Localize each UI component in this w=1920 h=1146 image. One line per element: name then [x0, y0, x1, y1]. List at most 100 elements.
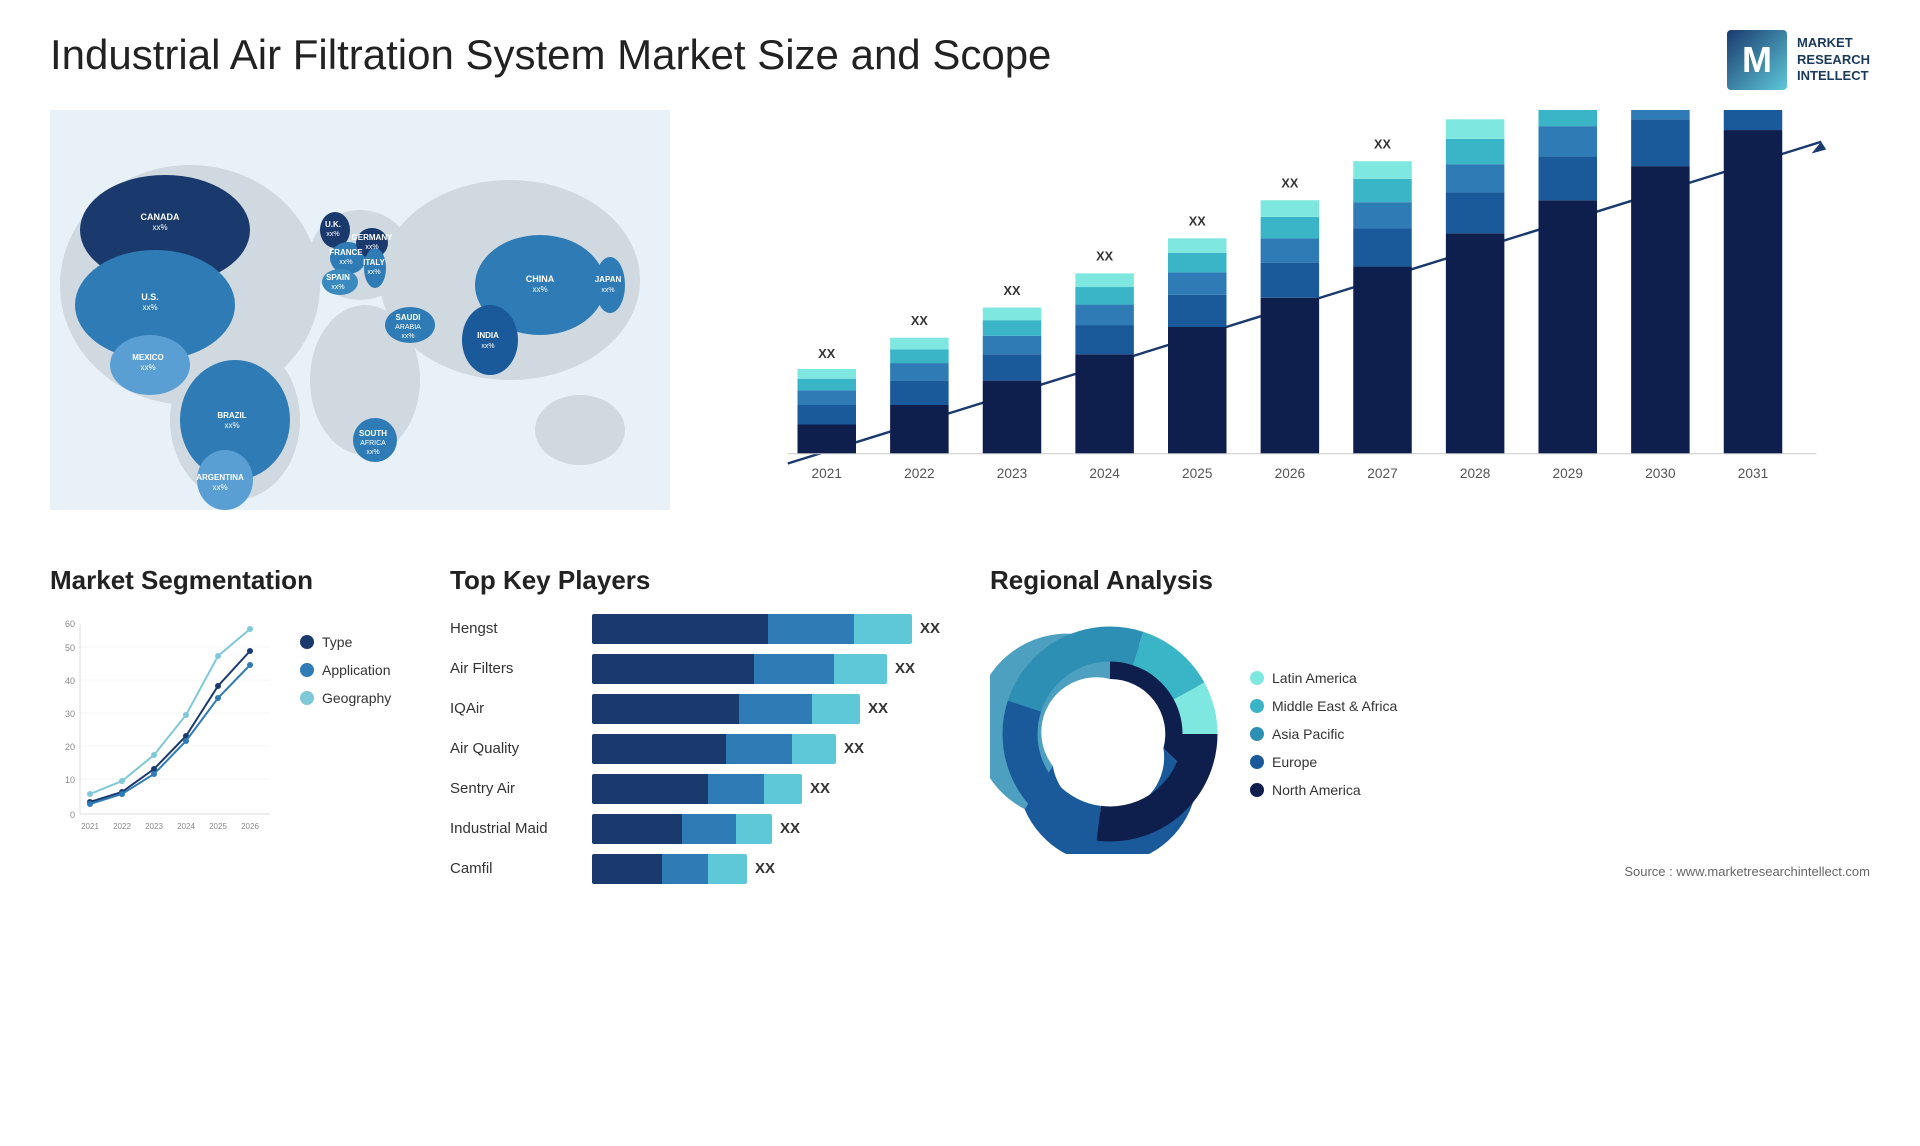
- player-bar-1: XX: [592, 654, 970, 684]
- svg-text:M: M: [1742, 39, 1772, 80]
- segmentation-chart: 0 10 20 30 40 50 60 2021 2022 2023 2024 …: [50, 614, 280, 854]
- svg-text:xx%: xx%: [367, 269, 380, 276]
- source-text: Source : www.marketresearchintellect.com: [990, 864, 1870, 879]
- player-name-6: Camfil: [450, 860, 580, 877]
- svg-text:10: 10: [65, 775, 75, 785]
- mea-dot: [1250, 699, 1264, 713]
- svg-text:30: 30: [65, 709, 75, 719]
- svg-text:GERMANY: GERMANY: [352, 233, 394, 242]
- svg-text:2026: 2026: [1275, 466, 1305, 481]
- svg-text:XX: XX: [1096, 250, 1113, 264]
- player-row: IQAir XX: [450, 694, 970, 724]
- svg-text:XX: XX: [1189, 215, 1206, 229]
- svg-text:xx%: xx%: [331, 284, 344, 291]
- svg-text:BRAZIL: BRAZIL: [217, 411, 246, 420]
- geography-dot: [300, 691, 314, 705]
- donut-chart: [990, 614, 1230, 854]
- page-title: Industrial Air Filtration System Market …: [50, 30, 1051, 80]
- player-name-1: Air Filters: [450, 660, 580, 677]
- svg-text:2030: 2030: [1645, 466, 1676, 481]
- bar-chart-section: XX XX XX: [700, 110, 1870, 525]
- application-dot: [300, 663, 314, 677]
- legend-latin-america: Latin America: [1250, 670, 1397, 686]
- svg-text:2029: 2029: [1553, 466, 1583, 481]
- svg-text:AFRICA: AFRICA: [360, 440, 386, 447]
- latin-america-dot: [1250, 671, 1264, 685]
- svg-text:xx%: xx%: [142, 303, 157, 312]
- svg-text:2026: 2026: [241, 822, 259, 831]
- svg-text:SAUDI: SAUDI: [396, 313, 421, 322]
- legend-application: Application: [300, 662, 391, 678]
- svg-text:xx%: xx%: [532, 285, 547, 294]
- svg-text:2031: 2031: [1738, 466, 1768, 481]
- legend-asia-pacific: Asia Pacific: [1250, 726, 1397, 742]
- svg-text:CHINA: CHINA: [526, 274, 555, 284]
- segmentation-section: Market Segmentation 0 10 20 30: [50, 565, 430, 854]
- svg-text:CANADA: CANADA: [141, 212, 180, 222]
- world-map: CANADA xx% U.S. xx% MEXICO xx% BRAZIL xx…: [50, 110, 670, 510]
- svg-text:SPAIN: SPAIN: [326, 273, 350, 282]
- player-name-4: Sentry Air: [450, 780, 580, 797]
- player-row: Hengst XX: [450, 614, 970, 644]
- player-row: Sentry Air XX: [450, 774, 970, 804]
- players-title: Top Key Players: [450, 565, 970, 596]
- page: Industrial Air Filtration System Market …: [0, 0, 1920, 1146]
- svg-text:xx%: xx%: [339, 259, 352, 266]
- content-top: CANADA xx% U.S. xx% MEXICO xx% BRAZIL xx…: [50, 110, 1870, 525]
- logo: M MARKET RESEARCH INTELLECT: [1727, 30, 1870, 90]
- player-row: Industrial Maid XX: [450, 814, 970, 844]
- player-name-3: Air Quality: [450, 740, 580, 757]
- svg-text:XX: XX: [1281, 177, 1298, 191]
- bar-chart-svg: XX XX XX: [700, 110, 1870, 525]
- svg-text:XX: XX: [911, 314, 928, 328]
- svg-text:xx%: xx%: [365, 244, 378, 251]
- asia-pacific-label: Asia Pacific: [1272, 726, 1344, 742]
- player-name-2: IQAir: [450, 700, 580, 717]
- svg-text:xx%: xx%: [152, 223, 167, 232]
- svg-text:xx%: xx%: [212, 483, 227, 492]
- svg-text:XX: XX: [1467, 110, 1484, 111]
- content-bottom: Market Segmentation 0 10 20 30: [50, 565, 1870, 884]
- svg-text:xx%: xx%: [601, 287, 614, 294]
- player-bar-5: XX: [592, 814, 970, 844]
- svg-text:SOUTH: SOUTH: [359, 429, 387, 438]
- segmentation-legend: Type Application Geography: [300, 634, 391, 706]
- svg-text:U.S.: U.S.: [141, 292, 159, 302]
- legend-north-america: North America: [1250, 782, 1397, 798]
- type-dot: [300, 635, 314, 649]
- player-name-0: Hengst: [450, 620, 580, 637]
- svg-text:JAPAN: JAPAN: [595, 275, 622, 284]
- svg-text:2022: 2022: [904, 466, 934, 481]
- header: Industrial Air Filtration System Market …: [50, 30, 1870, 90]
- svg-text:60: 60: [65, 619, 75, 629]
- svg-text:20: 20: [65, 742, 75, 752]
- legend-type: Type: [300, 634, 391, 650]
- svg-text:2022: 2022: [113, 822, 131, 831]
- svg-text:2028: 2028: [1460, 466, 1490, 481]
- svg-text:40: 40: [65, 676, 75, 686]
- svg-text:2025: 2025: [209, 822, 227, 831]
- map-section: CANADA xx% U.S. xx% MEXICO xx% BRAZIL xx…: [50, 110, 670, 525]
- player-name-5: Industrial Maid: [450, 820, 580, 837]
- svg-text:xx%: xx%: [401, 333, 414, 340]
- latin-america-label: Latin America: [1272, 670, 1357, 686]
- player-bar-4: XX: [592, 774, 970, 804]
- legend-geography: Geography: [300, 690, 391, 706]
- north-america-label: North America: [1272, 782, 1361, 798]
- regional-title: Regional Analysis: [990, 565, 1870, 596]
- players-section: Top Key Players Hengst XX Air Fi: [450, 565, 970, 884]
- svg-text:2023: 2023: [145, 822, 163, 831]
- svg-text:ARGENTINA: ARGENTINA: [196, 473, 244, 482]
- svg-text:2024: 2024: [177, 822, 195, 831]
- legend-europe: Europe: [1250, 754, 1397, 770]
- svg-text:2021: 2021: [81, 822, 99, 831]
- north-america-dot: [1250, 783, 1264, 797]
- svg-text:2021: 2021: [812, 466, 842, 481]
- svg-text:FRANCE: FRANCE: [329, 248, 363, 257]
- player-bar-6: XX: [592, 854, 970, 884]
- donut-section: Latin America Middle East & Africa Asia …: [990, 614, 1870, 854]
- regional-legend: Latin America Middle East & Africa Asia …: [1250, 670, 1397, 798]
- svg-text:xx%: xx%: [140, 363, 155, 372]
- svg-text:XX: XX: [818, 347, 835, 361]
- logo-icon: M: [1727, 30, 1787, 90]
